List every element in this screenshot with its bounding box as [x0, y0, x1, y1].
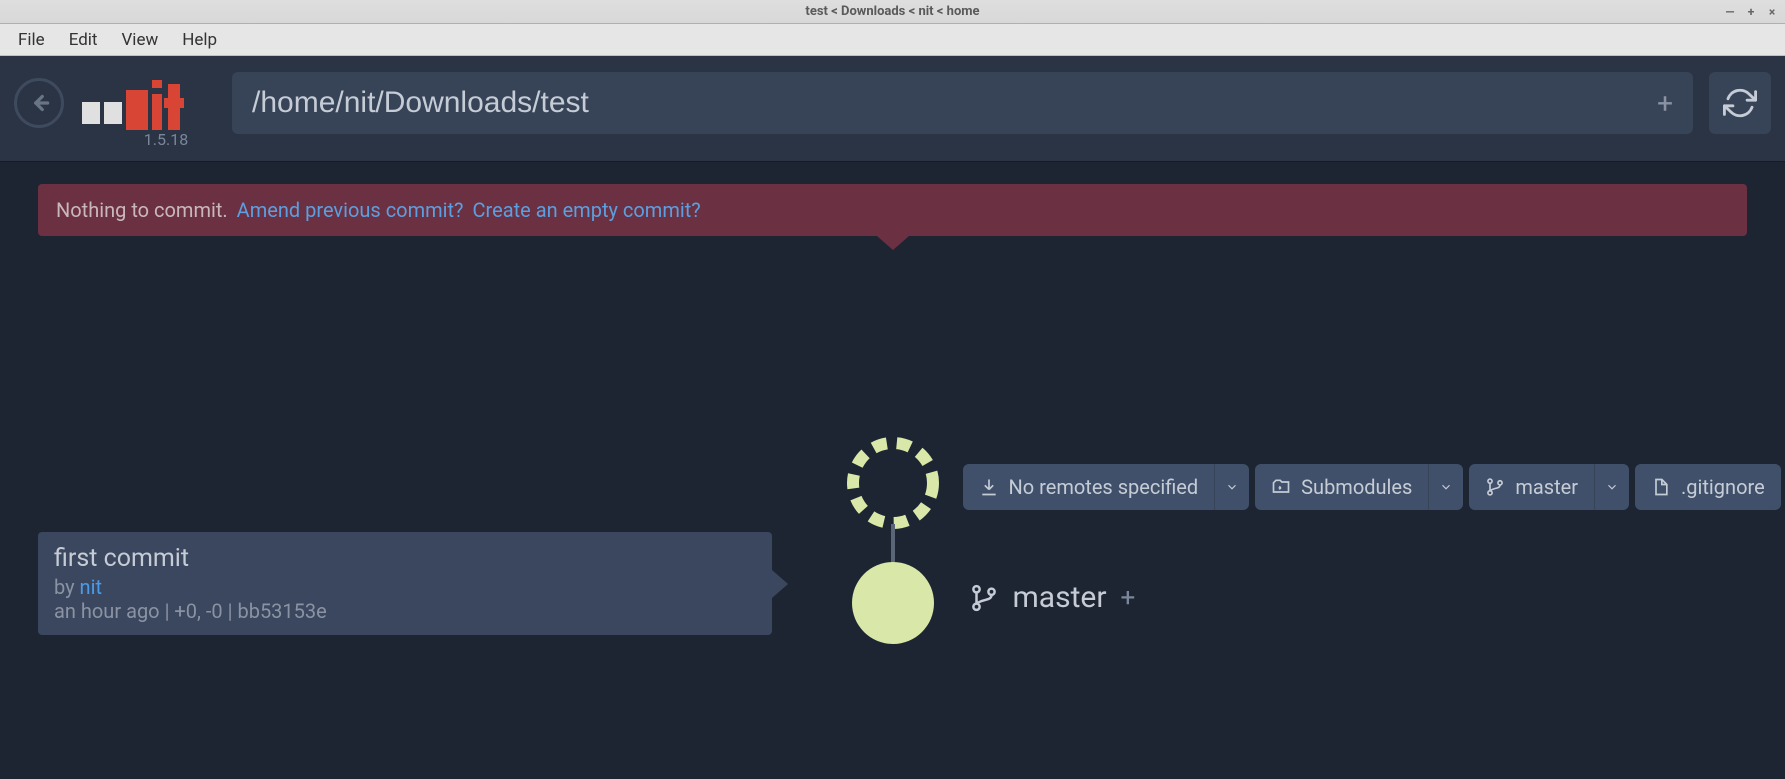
- window-titlebar: test < Downloads < nit < home — + ×: [0, 0, 1785, 24]
- chevron-down-icon: [1605, 480, 1619, 494]
- remotes-label: No remotes specified: [1009, 475, 1199, 499]
- commit-card[interactable]: first commit by nit an hour ago | +0, -0…: [38, 532, 772, 635]
- window-close-icon[interactable]: ×: [1763, 3, 1781, 21]
- alert-text: Nothing to commit.: [56, 198, 228, 222]
- chevron-down-icon: [1439, 480, 1453, 494]
- menu-file[interactable]: File: [6, 26, 57, 54]
- app-logo: 1.5.18: [76, 72, 216, 149]
- empty-commit-link[interactable]: Create an empty commit?: [472, 198, 700, 222]
- toolbar: 1.5.18 +: [0, 56, 1785, 162]
- amend-commit-link[interactable]: Amend previous commit?: [237, 198, 464, 222]
- commit-time: an hour ago: [54, 599, 160, 623]
- working-tree-node-icon: [846, 436, 940, 530]
- add-path-button[interactable]: +: [1657, 87, 1673, 120]
- window-minimize-icon[interactable]: —: [1721, 3, 1739, 21]
- commit-hash: bb53153e: [237, 599, 326, 623]
- commit-author-line: by nit: [54, 575, 756, 599]
- branch-dropdown[interactable]: [1594, 464, 1629, 510]
- branch-label: master: [1515, 475, 1578, 499]
- menu-edit[interactable]: Edit: [57, 26, 110, 54]
- main-content: Nothing to commit. Amend previous commit…: [0, 162, 1785, 779]
- commit-title: first commit: [54, 544, 756, 573]
- branch-button[interactable]: master: [1469, 464, 1594, 510]
- repo-path-input[interactable]: [252, 86, 1673, 120]
- menu-view[interactable]: View: [109, 26, 170, 54]
- refresh-button[interactable]: [1709, 72, 1771, 134]
- commit-node[interactable]: [852, 562, 934, 644]
- new-branch-button[interactable]: +: [1121, 583, 1136, 613]
- repo-action-bar: No remotes specified Submodules master: [963, 464, 1781, 510]
- head-branch-indicator: master +: [969, 580, 1136, 615]
- commit-meta-line: an hour ago | +0, -0 | bb53153e: [54, 599, 756, 623]
- commit-changes: +0, -0: [174, 599, 222, 623]
- menubar: File Edit View Help: [0, 24, 1785, 56]
- repo-path-field[interactable]: +: [232, 72, 1693, 134]
- branch-icon: [969, 583, 999, 613]
- download-icon: [979, 477, 999, 497]
- back-button[interactable]: [14, 78, 64, 128]
- app-version: 1.5.18: [144, 130, 188, 149]
- file-icon: [1651, 477, 1671, 497]
- gitignore-label: .gitignore: [1681, 475, 1765, 499]
- gitignore-button[interactable]: .gitignore: [1635, 464, 1781, 510]
- submodules-dropdown[interactable]: [1428, 464, 1463, 510]
- commit-status-banner: Nothing to commit. Amend previous commit…: [38, 184, 1747, 236]
- submodules-button[interactable]: Submodules: [1255, 464, 1428, 510]
- commit-author[interactable]: nit: [80, 575, 102, 599]
- window-title: test < Downloads < nit < home: [805, 4, 979, 19]
- window-maximize-icon[interactable]: +: [1742, 3, 1760, 21]
- submodules-label: Submodules: [1301, 475, 1412, 499]
- branch-icon: [1485, 477, 1505, 497]
- folder-icon: [1271, 477, 1291, 497]
- head-branch-name: master: [1013, 580, 1107, 615]
- remotes-dropdown[interactable]: [1214, 464, 1249, 510]
- menu-help[interactable]: Help: [170, 26, 229, 54]
- chevron-down-icon: [1225, 480, 1239, 494]
- remotes-button[interactable]: No remotes specified: [963, 464, 1215, 510]
